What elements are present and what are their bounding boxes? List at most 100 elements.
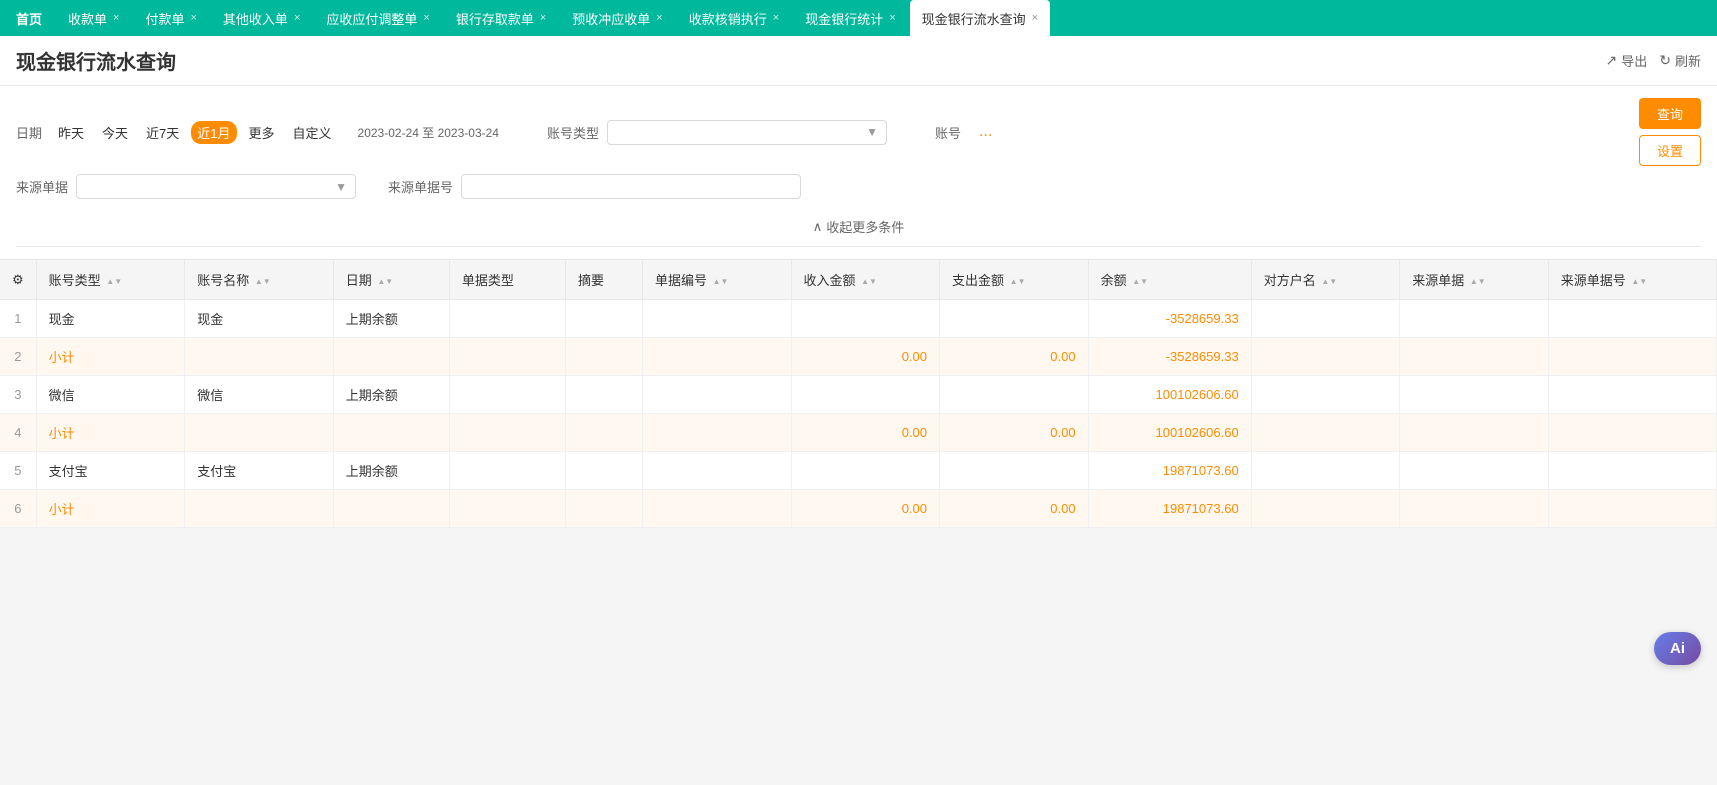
th-counterpart[interactable]: 对方户名 ▲▼ (1251, 260, 1400, 300)
date-opt-more[interactable]: 更多 (243, 121, 281, 144)
th-account-name[interactable]: 账号名称 ▲▼ (185, 260, 334, 300)
cell-balance: 19871073.60 (1088, 452, 1251, 490)
source-doc-label: 来源单据 (16, 177, 68, 196)
table-row[interactable]: 4小计0.000.00100102606.60 (0, 414, 1717, 452)
th-balance[interactable]: 余额 ▲▼ (1088, 260, 1251, 300)
cell-account-name: 支付宝 (185, 452, 334, 490)
th-summary[interactable]: 摘要 (566, 260, 643, 300)
nav-tab-ar-ap-adjust-close[interactable]: × (423, 12, 429, 24)
export-button[interactable]: ↗ 导出 (1606, 51, 1648, 70)
nav-tab-receipt-close[interactable]: × (113, 12, 119, 24)
th-doc-type[interactable]: 单据类型 (449, 260, 565, 300)
collapse-button[interactable]: ∧ 收起更多条件 (813, 213, 905, 240)
nav-tab-ar-ap-adjust[interactable]: 应收应付调整单 × (314, 0, 441, 36)
nav-tab-payment-close[interactable]: × (190, 12, 196, 24)
account-type-chevron-icon: ▼ (866, 125, 878, 139)
nav-tab-receipt[interactable]: 收款单 × (56, 0, 131, 36)
refresh-icon: ↻ (1659, 52, 1671, 69)
cell-doc-type (449, 490, 565, 528)
nav-tab-other-income-close[interactable]: × (294, 12, 300, 24)
cell-source-doc (1400, 300, 1549, 338)
th-doc-no[interactable]: 单据编号 ▲▼ (642, 260, 791, 300)
top-navigation: 首页 收款单 × 付款单 × 其他收入单 × 应收应付调整单 × 银行存取款单 … (0, 0, 1717, 36)
cell-summary (566, 414, 643, 452)
query-button[interactable]: 查询 (1639, 98, 1701, 129)
nav-tab-collection-exec-close[interactable]: × (773, 12, 779, 24)
ai-badge[interactable]: Ai (1654, 632, 1701, 665)
cell-counterpart (1251, 376, 1400, 414)
nav-tab-receipt-label: 收款单 (68, 9, 107, 28)
cell-doc-no (642, 338, 791, 376)
cell-doc-type (449, 338, 565, 376)
table-body: 1现金现金上期余额-3528659.332小计0.000.00-3528659.… (0, 300, 1717, 528)
th-income[interactable]: 收入金额 ▲▼ (791, 260, 940, 300)
nav-tab-collection-exec[interactable]: 收款核销执行 × (677, 0, 791, 36)
nav-tab-payment[interactable]: 付款单 × (133, 0, 208, 36)
collapse-label: 收起更多条件 (826, 217, 904, 236)
nav-tab-cash-bank-stat[interactable]: 现金银行统计 × (793, 0, 907, 36)
nav-tab-cash-bank-flow-close[interactable]: × (1032, 12, 1038, 24)
th-settings[interactable]: ⚙ (0, 260, 36, 300)
nav-tab-bank-deposit-label: 银行存取款单 (456, 9, 534, 28)
th-date[interactable]: 日期 ▲▼ (333, 260, 449, 300)
cell-account-type: 微信 (36, 376, 185, 414)
th-doc-type-label: 单据类型 (462, 273, 514, 288)
cell-balance: -3528659.33 (1088, 338, 1251, 376)
cell-summary (566, 338, 643, 376)
cell-source-doc (1400, 376, 1549, 414)
th-account-type[interactable]: 账号类型 ▲▼ (36, 260, 185, 300)
th-source-doc[interactable]: 来源单据 ▲▼ (1400, 260, 1549, 300)
cell-account-type: 小计 (36, 414, 185, 452)
date-opt-custom[interactable]: 自定义 (287, 121, 338, 144)
cell-counterpart (1251, 490, 1400, 528)
settings-button[interactable]: 设置 (1639, 135, 1701, 166)
collapse-divider: ∧ 收起更多条件 (16, 207, 1701, 247)
nav-tab-cash-bank-stat-label: 现金银行统计 (805, 9, 883, 28)
account-type-select[interactable]: ▼ (607, 120, 887, 145)
table-row[interactable]: 2小计0.000.00-3528659.33 (0, 338, 1717, 376)
nav-tab-advance-offset-close[interactable]: × (656, 12, 662, 24)
filter-row-2: 来源单据 ▼ 来源单据号 (16, 174, 1701, 199)
cell-summary (566, 300, 643, 338)
cell-counterpart (1251, 300, 1400, 338)
nav-tab-bank-deposit-close[interactable]: × (540, 12, 546, 24)
source-doc-no-input[interactable] (461, 174, 801, 199)
cell-date (333, 490, 449, 528)
table-row[interactable]: 1现金现金上期余额-3528659.33 (0, 300, 1717, 338)
cell-date (333, 414, 449, 452)
date-opt-yesterday[interactable]: 昨天 (52, 121, 90, 144)
nav-tab-advance-offset[interactable]: 预收冲应收单 × (560, 0, 674, 36)
cell-income: 0.00 (791, 414, 940, 452)
source-doc-placeholder (85, 179, 89, 194)
th-source-doc-no[interactable]: 来源单据号 ▲▼ (1548, 260, 1716, 300)
nav-tab-collection-exec-label: 收款核销执行 (689, 9, 767, 28)
table-row[interactable]: 5支付宝支付宝上期余额19871073.60 (0, 452, 1717, 490)
cell-expense: 0.00 (940, 490, 1089, 528)
date-opt-today[interactable]: 今天 (96, 121, 134, 144)
cell-source-doc-no (1548, 376, 1716, 414)
table-row[interactable]: 6小计0.000.0019871073.60 (0, 490, 1717, 528)
nav-tab-cash-bank-flow[interactable]: 现金银行流水查询 × (910, 0, 1050, 36)
nav-tab-home[interactable]: 首页 (4, 0, 54, 36)
th-income-label: 收入金额 (804, 273, 856, 288)
nav-tab-other-income[interactable]: 其他收入单 × (211, 0, 312, 36)
account-dots-button[interactable]: ... (971, 123, 1000, 141)
cell-balance: 100102606.60 (1088, 376, 1251, 414)
nav-tab-bank-deposit[interactable]: 银行存取款单 × (444, 0, 558, 36)
nav-tab-advance-offset-label: 预收冲应收单 (572, 9, 650, 28)
nav-tab-cash-bank-stat-close[interactable]: × (889, 12, 895, 24)
cell-num: 2 (0, 338, 36, 376)
th-expense[interactable]: 支出金额 ▲▼ (940, 260, 1089, 300)
date-opt-1month[interactable]: 近1月 (191, 121, 236, 144)
table-row[interactable]: 3微信微信上期余额100102606.60 (0, 376, 1717, 414)
cell-account-type: 小计 (36, 338, 185, 376)
cell-doc-type (449, 376, 565, 414)
cell-income: 0.00 (791, 338, 940, 376)
source-doc-select[interactable]: ▼ (76, 174, 356, 199)
cell-counterpart (1251, 414, 1400, 452)
date-opt-7days[interactable]: 近7天 (140, 121, 185, 144)
refresh-button[interactable]: ↻ 刷新 (1659, 51, 1701, 70)
th-counterpart-label: 对方户名 (1264, 273, 1316, 288)
sort-icon-account-type: ▲▼ (106, 278, 122, 286)
account-type-filter: 账号类型 ▼ (547, 120, 887, 145)
